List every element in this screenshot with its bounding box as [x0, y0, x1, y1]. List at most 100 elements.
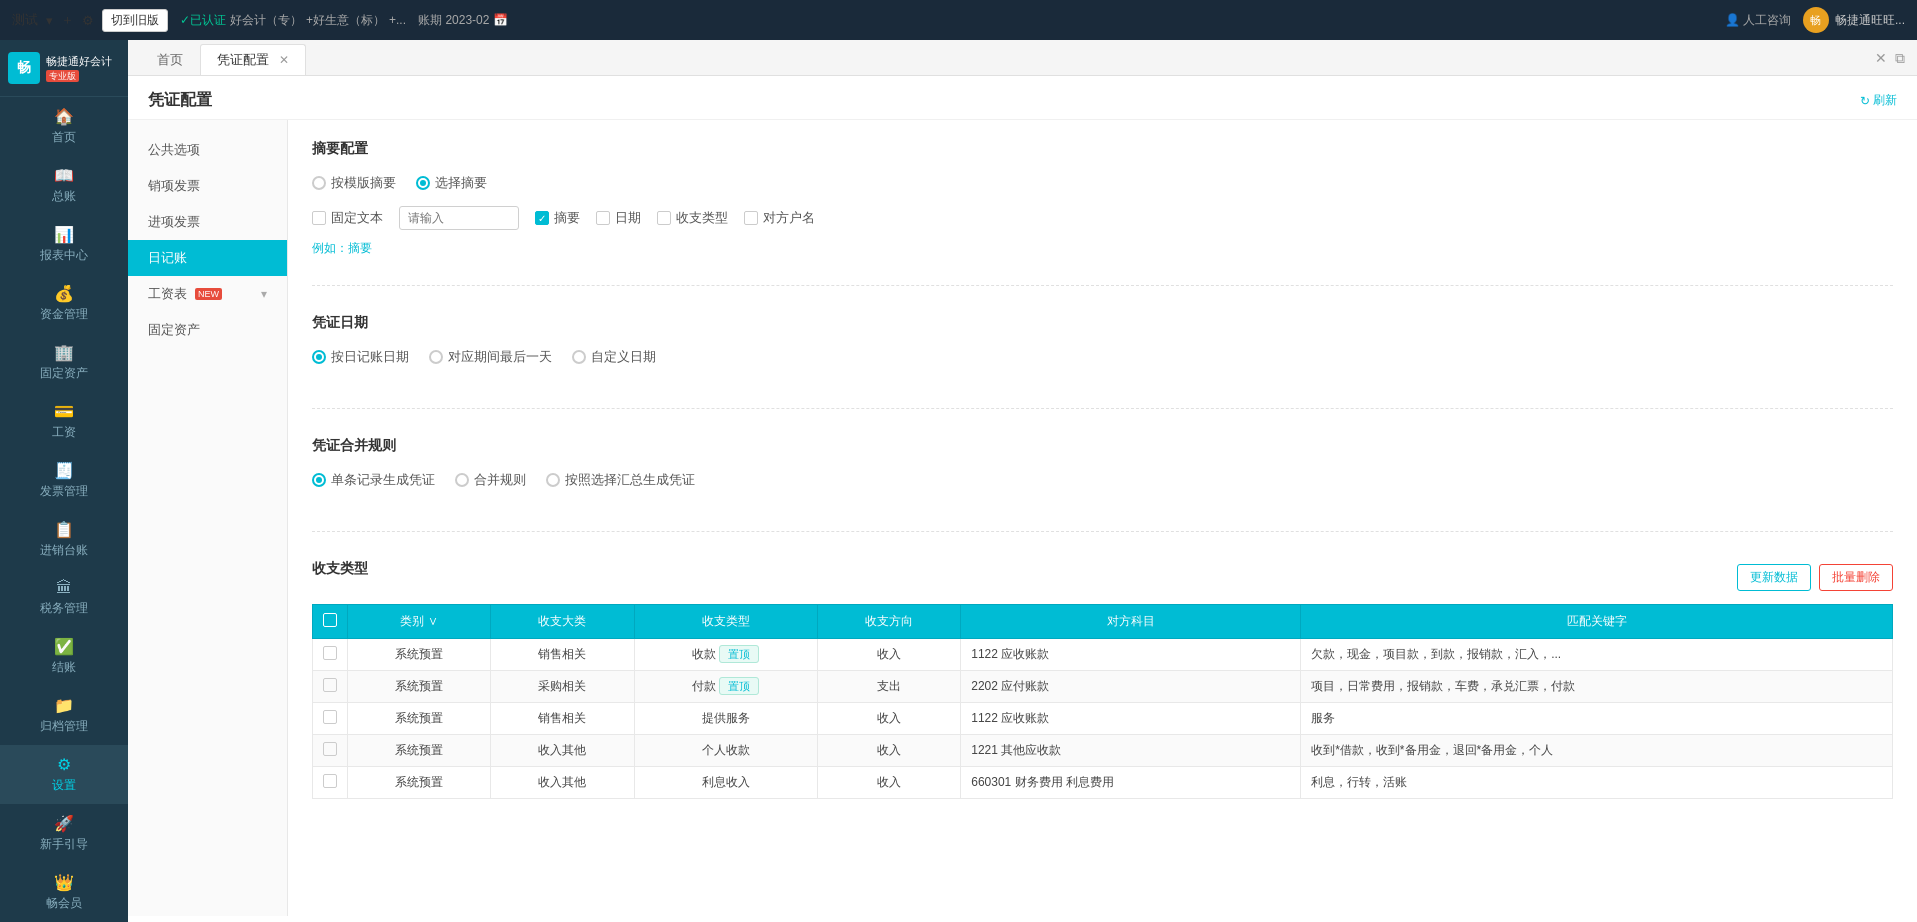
th-account: 对方科目 [961, 605, 1301, 639]
checkbox-summary[interactable]: ✓ 摘要 [535, 209, 580, 227]
guide-icon: 🚀 [54, 814, 74, 833]
logo-badge: 专业版 [46, 70, 79, 82]
tab-home[interactable]: 首页 [140, 44, 200, 75]
merge-radio-summary[interactable]: 按照选择汇总生成凭证 [546, 471, 695, 489]
top-bar-tags: ✓已认证 好会计（专） +好生意（标） +... 账期 2023-02 📅 [180, 12, 508, 29]
checkbox-box-date [596, 211, 610, 225]
top-bar-arrow[interactable]: ▾ [46, 13, 53, 28]
row-checkbox-box[interactable] [323, 646, 337, 660]
update-data-button[interactable]: 更新数据 [1737, 564, 1811, 591]
checkbox-box-type [657, 211, 671, 225]
income-expense-table: 类别 ∨ 收支大类 收支类型 收支方向 对方科目 匹配关键字 [312, 604, 1893, 799]
user-name: 畅捷通旺旺... [1835, 12, 1905, 29]
left-nav-journal[interactable]: 日记账 [128, 240, 287, 276]
tab-voucher-config[interactable]: 凭证配置 ✕ [200, 44, 306, 75]
row-type-tag[interactable]: 置顶 [719, 677, 759, 695]
th-checkbox [313, 605, 348, 639]
sidebar-item-purchase[interactable]: 📋 进销台账 [0, 510, 128, 569]
date-radio-period-last[interactable]: 对应期间最后一天 [429, 348, 552, 366]
user-area: 畅 畅捷通旺旺... [1803, 7, 1905, 33]
content-area: 首页 凭证配置 ✕ ✕ ⧉ 凭证配置 ↻ 刷新 [128, 40, 1917, 922]
sidebar-item-home[interactable]: 🏠 首页 [0, 97, 128, 156]
new-badge: NEW [195, 288, 222, 300]
left-nav-sales[interactable]: 销项发票 [128, 168, 287, 204]
th-major: 收支大类 [491, 605, 634, 639]
tab-close-button[interactable]: ✕ [279, 53, 289, 67]
row-major: 销售相关 [491, 703, 634, 735]
row-checkbox[interactable] [313, 639, 348, 671]
th-type: 收支类型 [634, 605, 817, 639]
row-checkbox[interactable] [313, 735, 348, 767]
row-checkbox[interactable] [313, 767, 348, 799]
row-checkbox[interactable] [313, 703, 348, 735]
logo-icon: 畅 [8, 52, 40, 84]
top-bar-gear[interactable]: ⚙ [82, 13, 94, 28]
fixed-text-input[interactable] [399, 206, 519, 230]
left-nav-fixed-assets[interactable]: 固定资产 [128, 312, 287, 348]
left-nav-purchase-inv[interactable]: 进项发票 [128, 204, 287, 240]
left-nav: 公共选项 销项发票 进项发票 日记账 工资表 NEW ▾ [128, 120, 288, 916]
sidebar-item-assets[interactable]: 🏢 固定资产 [0, 333, 128, 392]
row-checkbox-box[interactable] [323, 678, 337, 692]
row-checkbox-box[interactable] [323, 774, 337, 788]
logo-text: 畅捷通好会计 专业版 [46, 54, 112, 83]
tag-period: 账期 2023-02 📅 [418, 12, 508, 29]
summary-radio-group: 按模版摘要 选择摘要 [312, 174, 1893, 192]
invoice-icon: 🧾 [54, 461, 74, 480]
sidebar-item-archive[interactable]: 📁 归档管理 [0, 686, 128, 745]
row-checkbox-box[interactable] [323, 710, 337, 724]
summary-radio-select[interactable]: 选择摘要 [416, 174, 487, 192]
row-direction: 支出 [817, 671, 960, 703]
radio-dot-template [312, 176, 326, 190]
left-nav-payroll[interactable]: 工资表 NEW ▾ [128, 276, 287, 312]
row-checkbox-box[interactable] [323, 742, 337, 756]
row-type-tag[interactable]: 置顶 [719, 645, 759, 663]
sidebar-item-guide[interactable]: 🚀 新手引导 [0, 804, 128, 863]
purchase-icon: 📋 [54, 520, 74, 539]
summary-config-title: 摘要配置 [312, 140, 1893, 158]
home-icon: 🏠 [54, 107, 74, 126]
top-bar-add[interactable]: ＋ [61, 11, 74, 29]
sidebar-item-settings[interactable]: ⚙ 设置 [0, 745, 128, 804]
date-radio-custom[interactable]: 自定义日期 [572, 348, 656, 366]
sidebar-item-salary[interactable]: 💳 工资 [0, 392, 128, 451]
person-icon: 👤 [1725, 13, 1740, 27]
closing-icon: ✅ [54, 637, 74, 656]
switch-version-button[interactable]: 切到旧版 [102, 9, 168, 32]
summary-config-section: 摘要配置 按模版摘要 选择摘要 [312, 140, 1893, 286]
sidebar-item-reports[interactable]: 📊 报表中心 [0, 215, 128, 274]
sidebar-item-closing[interactable]: ✅ 结账 [0, 627, 128, 686]
checkbox-fixed-text[interactable]: 固定文本 [312, 209, 383, 227]
row-keywords: 收到*借款，收到*备用金，退回*备用金，个人 [1301, 735, 1893, 767]
date-radio-journal[interactable]: 按日记账日期 [312, 348, 409, 366]
row-major: 销售相关 [491, 639, 634, 671]
page-content: 凭证配置 ↻ 刷新 公共选项 销项发票 进项发票 [128, 76, 1917, 922]
row-major: 采购相关 [491, 671, 634, 703]
main-layout: 畅 畅捷通好会计 专业版 🏠 首页 📖 总账 📊 报表中心 💰 资金管理 🏢 固… [0, 40, 1917, 922]
tab-close-window-button[interactable]: ✕ [1875, 49, 1887, 66]
summary-radio-template[interactable]: 按模版摘要 [312, 174, 396, 192]
row-checkbox[interactable] [313, 671, 348, 703]
merge-radio-merge[interactable]: 合并规则 [455, 471, 526, 489]
merge-radio-single[interactable]: 单条记录生成凭证 [312, 471, 435, 489]
refresh-button[interactable]: ↻ 刷新 [1860, 92, 1897, 109]
sidebar-item-ledger[interactable]: 📖 总账 [0, 156, 128, 215]
checkbox-date[interactable]: 日期 [596, 209, 641, 227]
sidebar-item-member[interactable]: 👑 畅会员 [0, 863, 128, 922]
checkbox-counterpart[interactable]: 对方户名 [744, 209, 815, 227]
sidebar-item-invoice[interactable]: 🧾 发票管理 [0, 451, 128, 510]
help-button[interactable]: 👤 人工咨询 [1725, 12, 1791, 29]
left-nav-public[interactable]: 公共选项 [128, 132, 287, 168]
radio-dot-summary [546, 473, 560, 487]
sidebar-item-tax[interactable]: 🏛 税务管理 [0, 569, 128, 627]
sidebar-item-funds[interactable]: 💰 资金管理 [0, 274, 128, 333]
row-account: 660301 财务费用 利息费用 [961, 767, 1301, 799]
batch-delete-button[interactable]: 批量删除 [1819, 564, 1893, 591]
select-all-checkbox[interactable] [323, 613, 337, 627]
tab-maximize-button[interactable]: ⧉ [1895, 49, 1905, 66]
checkbox-type[interactable]: 收支类型 [657, 209, 728, 227]
table-row: 系统预置 收入其他 个人收款 收入 1221 其他应收款 收到*借款，收到*备用… [313, 735, 1893, 767]
row-major: 收入其他 [491, 735, 634, 767]
row-category: 系统预置 [348, 671, 491, 703]
top-bar-right: 👤 人工咨询 畅 畅捷通旺旺... [1725, 7, 1905, 33]
